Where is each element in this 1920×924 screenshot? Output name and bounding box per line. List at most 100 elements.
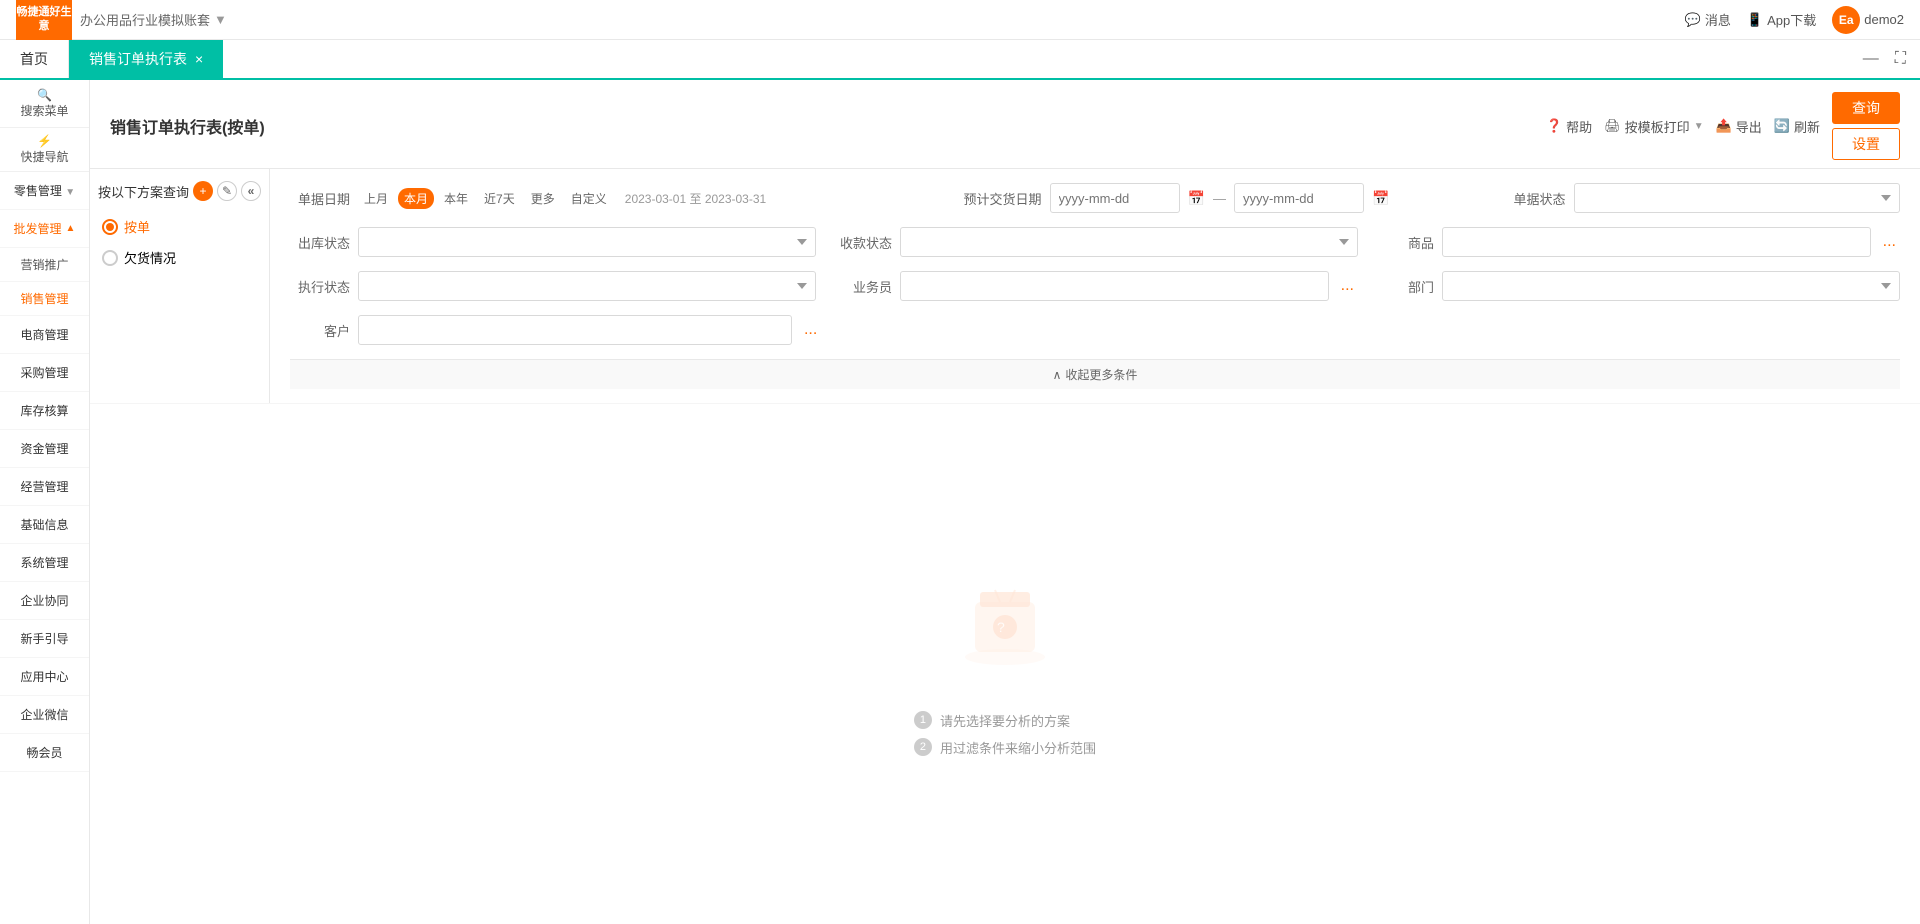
filter-field-date: 单据日期 上月 本月 本年 近7天 更多 自定义 2023-03-01 至 20… xyxy=(290,188,948,209)
sidebar-item-appcenter[interactable]: 应用中心 xyxy=(0,658,89,696)
date-tab-上月[interactable]: 上月 xyxy=(358,188,394,209)
sidebar-item-retail[interactable]: 零售管理 ▼ xyxy=(0,172,89,210)
breadcrumb-text: 办公用品行业模拟账套 xyxy=(80,10,210,29)
sidebar-item-sales[interactable]: 销售管理 xyxy=(0,282,89,316)
empty-tip-1: 1 请先选择要分析的方案 xyxy=(914,711,1096,730)
edit-scheme-button[interactable]: ✎ xyxy=(217,181,237,201)
filter-option-icon-inner xyxy=(106,223,114,231)
date-tab-近7天[interactable]: 近7天 xyxy=(478,188,521,209)
out-status-label: 出库状态 xyxy=(290,233,350,252)
tabbar-right: — ⛶ xyxy=(1857,40,1920,78)
print-button[interactable]: 🖨 按模板打印 ▼ xyxy=(1604,117,1703,136)
filter-panel: 按以下方案查询 + ✎ « 按单 欠货情况 xyxy=(90,169,1920,403)
date-separator: — xyxy=(1213,191,1226,206)
sidebar-item-marketing[interactable]: 营销推广 xyxy=(0,248,89,282)
date-tab-更多[interactable]: 更多 xyxy=(525,188,561,209)
inventory-label: 库存核算 xyxy=(20,404,68,418)
sidebar-item-basic[interactable]: 基础信息 xyxy=(0,506,89,544)
user-menu[interactable]: Ea demo2 xyxy=(1832,6,1904,34)
collection-label: 收款状态 xyxy=(832,233,892,252)
tab-close-icon[interactable]: × xyxy=(195,52,203,66)
calendar-start-icon[interactable]: 📅 xyxy=(1188,190,1205,207)
customer-input[interactable] xyxy=(358,315,792,345)
sidebar-item-finance[interactable]: 资金管理 xyxy=(0,430,89,468)
help-button[interactable]: ❓ 帮助 xyxy=(1546,117,1592,136)
app-label: App下载 xyxy=(1767,10,1816,29)
sidebar-quicknav-label: 快捷导航 xyxy=(6,148,83,165)
exec-status-select[interactable] xyxy=(358,271,816,301)
sidebar-item-inventory[interactable]: 库存核算 xyxy=(0,392,89,430)
filter-option-欠货情况[interactable]: 欠货情况 xyxy=(98,242,261,273)
sidebar-quicknav[interactable]: ⚡ 快捷导航 xyxy=(0,128,89,172)
expected-date-start-input[interactable] xyxy=(1050,183,1180,213)
tab-home[interactable]: 首页 xyxy=(0,40,69,78)
collapse-chevron-icon: ∧ xyxy=(1053,368,1062,382)
sidebar-item-purchase[interactable]: 采购管理 xyxy=(0,354,89,392)
filter-field-salesperson: 业务员 ... xyxy=(832,271,1358,301)
filter-field-expected-date: 预计交货日期 📅 — 📅 xyxy=(964,183,1490,213)
date-tab-自定义[interactable]: 自定义 xyxy=(565,188,613,209)
export-button[interactable]: 📤 导出 xyxy=(1716,117,1762,136)
maximize-button[interactable]: ⛶ xyxy=(1889,46,1912,72)
help-label: 帮助 xyxy=(1566,117,1592,136)
expected-date-label: 预计交货日期 xyxy=(964,189,1042,208)
sidebar-item-ecommerce[interactable]: 电商管理 xyxy=(0,316,89,354)
sidebar-item-member[interactable]: 畅会员 xyxy=(0,734,89,772)
logo[interactable]: 畅捷通好生意 xyxy=(16,0,72,40)
collapse-more-button[interactable]: ∧ 收起更多条件 xyxy=(290,359,1900,389)
date-tab-本年[interactable]: 本年 xyxy=(438,188,474,209)
status-select[interactable] xyxy=(1574,183,1901,213)
page-title: 销售订单执行表(按单) xyxy=(110,114,265,138)
calendar-end-icon[interactable]: 📅 xyxy=(1372,190,1389,207)
status-label: 单据状态 xyxy=(1506,189,1566,208)
sidebar-item-enterprise[interactable]: 企业协同 xyxy=(0,582,89,620)
sidebar-item-operations[interactable]: 经营管理 xyxy=(0,468,89,506)
filter-option-欠货情况-label: 欠货情况 xyxy=(124,248,176,267)
filter-option-按单[interactable]: 按单 xyxy=(98,211,261,242)
expected-date-end-input[interactable] xyxy=(1234,183,1364,213)
date-tab-本月[interactable]: 本月 xyxy=(398,188,434,209)
breadcrumb-arrow-icon[interactable]: ▼ xyxy=(214,12,227,27)
query-button[interactable]: 查询 xyxy=(1832,92,1900,124)
dept-label: 部门 xyxy=(1374,277,1434,296)
tab-sales-exec[interactable]: 销售订单执行表 × xyxy=(69,40,223,78)
sidebar-search[interactable]: 🔍 搜索菜单 xyxy=(0,80,89,128)
minimize-button[interactable]: — xyxy=(1857,46,1885,72)
marketing-label: 营销推广 xyxy=(20,258,68,272)
filter-field-collection: 收款状态 xyxy=(832,227,1358,257)
avatar: Ea xyxy=(1832,6,1860,34)
sidebar-item-wholesale[interactable]: 批发管理 ▲ xyxy=(0,210,89,248)
tip-num-1: 1 xyxy=(914,711,932,729)
goods-input[interactable] xyxy=(1442,227,1871,257)
out-status-select[interactable] xyxy=(358,227,816,257)
refresh-label: 刷新 xyxy=(1794,117,1820,136)
empty-tip-2: 2 用过滤条件来缩小分析范围 xyxy=(914,738,1096,757)
newbie-label: 新手引导 xyxy=(20,632,68,646)
sidebar-item-system[interactable]: 系统管理 xyxy=(0,544,89,582)
add-scheme-button[interactable]: + xyxy=(193,181,213,201)
filter-left-header: 按以下方案查询 + ✎ « xyxy=(98,181,261,201)
date-label: 单据日期 xyxy=(290,189,350,208)
wechat-label: 企业微信 xyxy=(20,708,68,722)
tab-home-label: 首页 xyxy=(20,49,48,69)
topbar: 畅捷通好生意 办公用品行业模拟账套 ▼ 💬 消息 📱 App下载 Ea demo… xyxy=(0,0,1920,40)
ecommerce-label: 电商管理 xyxy=(20,328,68,342)
dept-select[interactable] xyxy=(1442,271,1900,301)
operations-label: 经营管理 xyxy=(20,480,68,494)
customer-more-icon[interactable]: ... xyxy=(800,321,821,339)
sidebar-item-newbie[interactable]: 新手引导 xyxy=(0,620,89,658)
export-label: 导出 xyxy=(1736,117,1762,136)
setting-button[interactable]: 设置 xyxy=(1832,128,1900,160)
collapse-scheme-button[interactable]: « xyxy=(241,181,261,201)
logo-text: 畅捷通好生意 xyxy=(16,6,72,32)
sidebar-item-wechat[interactable]: 企业微信 xyxy=(0,696,89,734)
goods-more-icon[interactable]: ... xyxy=(1879,233,1900,251)
page-header-actions: ❓ 帮助 🖨 按模板打印 ▼ 📤 导出 🔄 刷新 查询 xyxy=(1546,92,1900,160)
message-button[interactable]: 💬 消息 xyxy=(1685,10,1731,29)
tip-text-2: 用过滤条件来缩小分析范围 xyxy=(940,738,1096,757)
app-download-button[interactable]: 📱 App下载 xyxy=(1747,10,1816,29)
salesperson-input[interactable] xyxy=(900,271,1329,301)
refresh-button[interactable]: 🔄 刷新 xyxy=(1774,117,1820,136)
salesperson-more-icon[interactable]: ... xyxy=(1337,277,1358,295)
collection-select[interactable] xyxy=(900,227,1358,257)
